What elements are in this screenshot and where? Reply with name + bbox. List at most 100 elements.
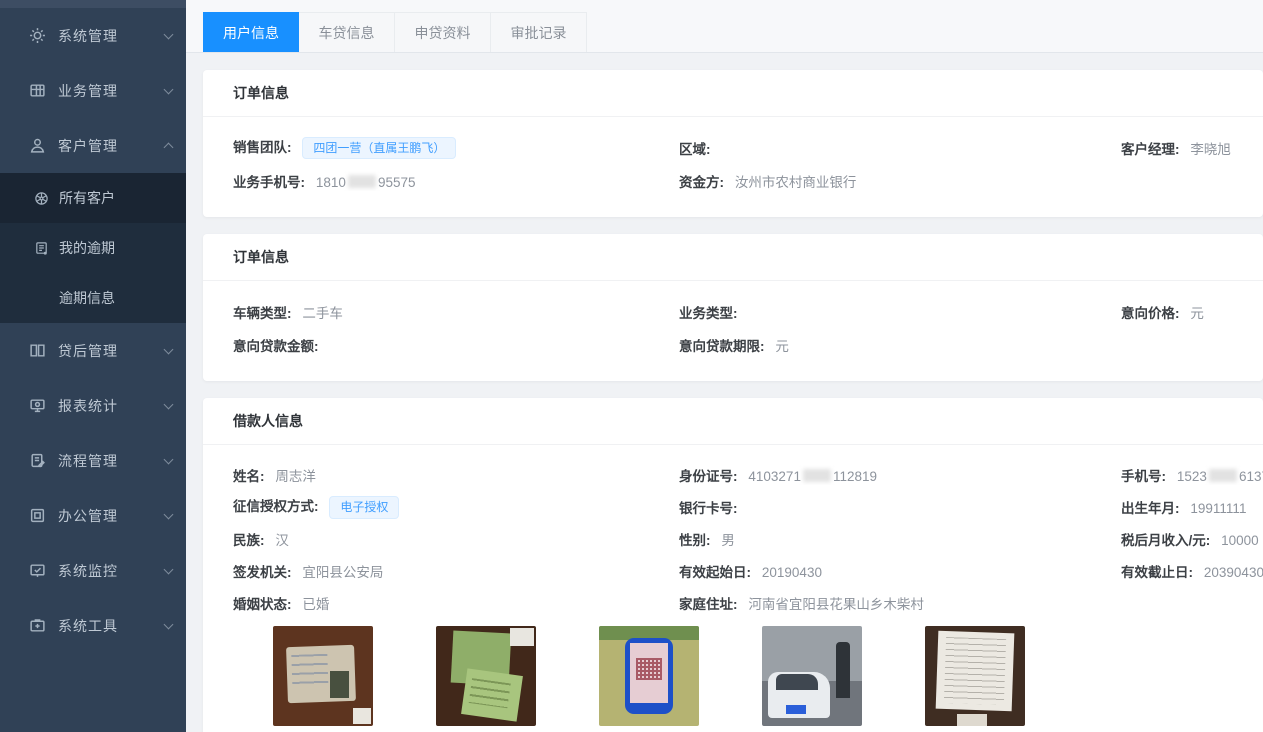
chevron-down-icon bbox=[164, 454, 174, 464]
marital-label: 婚姻状态: bbox=[233, 597, 292, 612]
detail-tabbar: 用户信息 车贷信息 申贷资料 审批记录 bbox=[186, 0, 1263, 53]
order-info-card: 订单信息 销售团队: 四团一营（直属王鹏飞） 区域: 客户经理: 李晓旭 业务手 bbox=[203, 70, 1263, 217]
person-car-image bbox=[762, 626, 862, 726]
customer-mgmt-submenu: 所有客户 我的逾期 逾期信息 bbox=[0, 173, 186, 323]
sidebar-item-workflow-mgmt[interactable]: 流程管理 bbox=[0, 433, 186, 488]
id-number-label: 身份证号: bbox=[679, 469, 738, 484]
gender-value: 男 bbox=[721, 533, 735, 548]
chevron-down-icon bbox=[164, 509, 174, 519]
sidebar-item-label: 系统管理 bbox=[58, 26, 165, 46]
office-icon bbox=[28, 507, 46, 525]
intent-price-value: 元 bbox=[1190, 306, 1204, 321]
paper-doc-image bbox=[925, 626, 1025, 726]
sidebar-item-label: 业务管理 bbox=[58, 81, 165, 101]
document-photos: 身份证 行驶证照片 征信授权 人车照 其他材料 bbox=[233, 619, 1263, 732]
sidebar-item-system-monitor[interactable]: 系统监控 bbox=[0, 543, 186, 598]
region-label: 区域: bbox=[679, 142, 711, 157]
chevron-down-icon bbox=[164, 344, 174, 354]
issuer-value: 宜阳县公安局 bbox=[302, 565, 383, 580]
sidebar-item-label: 逾期信息 bbox=[59, 288, 115, 308]
sidebar-item-all-customers[interactable]: 所有客户 bbox=[0, 173, 186, 223]
redaction-blur bbox=[803, 469, 831, 482]
vehicle-type-value: 二手车 bbox=[302, 306, 343, 321]
tab-user-info[interactable]: 用户信息 bbox=[203, 12, 299, 52]
main-content: 用户信息 车贷信息 申贷资料 审批记录 订单信息 销售团队: 四团一营（直属王鹏… bbox=[186, 0, 1263, 732]
sidebar-item-office-mgmt[interactable]: 办公管理 bbox=[0, 488, 186, 543]
valid-to-value: 20390430 bbox=[1204, 565, 1263, 580]
sidebar-item-system-mgmt[interactable]: 系统管理 bbox=[0, 8, 186, 63]
user-icon bbox=[28, 137, 46, 155]
loan-amount-label: 意向贷款金额: bbox=[233, 339, 319, 354]
sidebar-item-label: 系统工具 bbox=[58, 616, 165, 636]
income-label: 税后月收入/元: bbox=[1121, 533, 1210, 548]
name-label: 姓名: bbox=[233, 469, 265, 484]
ethnic-value: 汉 bbox=[275, 533, 289, 548]
business-type-label: 业务类型: bbox=[679, 306, 738, 321]
credit-auth-label: 征信授权方式: bbox=[233, 499, 319, 514]
borrower-info-card: 借款人信息 姓名: 周志洋 身份证号: 4103271112819 手机号: 1… bbox=[203, 398, 1263, 732]
photo-paper-doc[interactable]: 其他材料 bbox=[925, 626, 1025, 732]
name-value: 周志洋 bbox=[275, 469, 316, 484]
mobile-value: 15236137 bbox=[1177, 469, 1263, 484]
address-label: 家庭住址: bbox=[679, 597, 738, 612]
sidebar-item-label: 系统监控 bbox=[58, 561, 165, 581]
chevron-down-icon bbox=[164, 29, 174, 39]
book-icon bbox=[28, 342, 46, 360]
ledger-icon bbox=[33, 240, 49, 256]
id-card-image bbox=[273, 626, 373, 726]
card-title: 借款人信息 bbox=[203, 398, 1263, 445]
sidebar-item-postloan-mgmt[interactable]: 贷后管理 bbox=[0, 323, 186, 378]
sidebar-item-label: 贷后管理 bbox=[58, 341, 165, 361]
sidebar: 系统管理 业务管理 客户管理 所有客户 我的逾期 逾期信息 bbox=[0, 0, 186, 732]
chevron-up-icon bbox=[164, 143, 174, 153]
funder-value: 汝州市农村商业银行 bbox=[735, 175, 857, 190]
sidebar-item-report-stats[interactable]: 报表统计 bbox=[0, 378, 186, 433]
vehicle-type-label: 车辆类型: bbox=[233, 306, 292, 321]
sidebar-item-customer-mgmt[interactable]: 客户管理 bbox=[0, 118, 186, 173]
valid-from-value: 20190430 bbox=[762, 565, 822, 580]
birth-value: 19911111 bbox=[1190, 501, 1246, 516]
manager-value: 李晓旭 bbox=[1190, 142, 1231, 157]
loan-intent-card: 订单信息 车辆类型: 二手车 业务类型: 意向价格: 元 意向贷款金额: bbox=[203, 234, 1263, 381]
sidebar-item-overdue-info[interactable]: 逾期信息 bbox=[0, 273, 186, 323]
chevron-down-icon bbox=[164, 84, 174, 94]
id-number-value: 4103271112819 bbox=[748, 469, 877, 484]
loan-term-label: 意向贷款期限: bbox=[679, 339, 765, 354]
sidebar-item-label: 我的逾期 bbox=[59, 238, 115, 258]
sidebar-item-my-overdue[interactable]: 我的逾期 bbox=[0, 223, 186, 273]
chevron-down-icon bbox=[164, 399, 174, 409]
sidebar-item-system-tools[interactable]: 系统工具 bbox=[0, 598, 186, 653]
chevron-down-icon bbox=[164, 619, 174, 629]
sidebar-item-label: 办公管理 bbox=[58, 506, 165, 526]
tab-loan-application-docs[interactable]: 申贷资料 bbox=[395, 12, 491, 52]
photo-person-car[interactable]: 人车照 bbox=[762, 626, 862, 732]
tab-car-loan-info[interactable]: 车贷信息 bbox=[299, 12, 395, 52]
grid-icon bbox=[28, 82, 46, 100]
intent-price-label: 意向价格: bbox=[1121, 306, 1180, 321]
gear-icon bbox=[28, 27, 46, 45]
mobile-label: 手机号: bbox=[1121, 469, 1166, 484]
monitor-icon bbox=[28, 397, 46, 415]
valid-from-label: 有效起始日: bbox=[679, 565, 751, 580]
birth-label: 出生年月: bbox=[1121, 501, 1180, 516]
gender-label: 性别: bbox=[679, 533, 711, 548]
wheel-icon bbox=[33, 190, 49, 206]
redaction-blur bbox=[1209, 469, 1237, 482]
address-value: 河南省宜阳县花果山乡木柴村 bbox=[748, 597, 924, 612]
tab-approval-records[interactable]: 审批记录 bbox=[491, 12, 587, 52]
card-title: 订单信息 bbox=[203, 70, 1263, 117]
funder-label: 资金方: bbox=[679, 175, 724, 190]
chevron-down-icon bbox=[164, 564, 174, 574]
photo-id-card[interactable]: 身份证 bbox=[273, 626, 373, 732]
sidebar-item-label: 报表统计 bbox=[58, 396, 165, 416]
ethnic-label: 民族: bbox=[233, 533, 265, 548]
card-title: 订单信息 bbox=[203, 234, 1263, 281]
toolbox-icon bbox=[28, 617, 46, 635]
sidebar-item-business-mgmt[interactable]: 业务管理 bbox=[0, 63, 186, 118]
photo-phone-qr[interactable]: 征信授权 bbox=[599, 626, 699, 732]
valid-to-label: 有效截止日: bbox=[1121, 565, 1193, 580]
photo-green-booklet[interactable]: 行驶证照片 bbox=[436, 626, 536, 732]
income-value: 10000 bbox=[1221, 533, 1259, 548]
business-phone-value: 181095575 bbox=[316, 175, 416, 190]
loan-term-value: 元 bbox=[775, 339, 789, 354]
